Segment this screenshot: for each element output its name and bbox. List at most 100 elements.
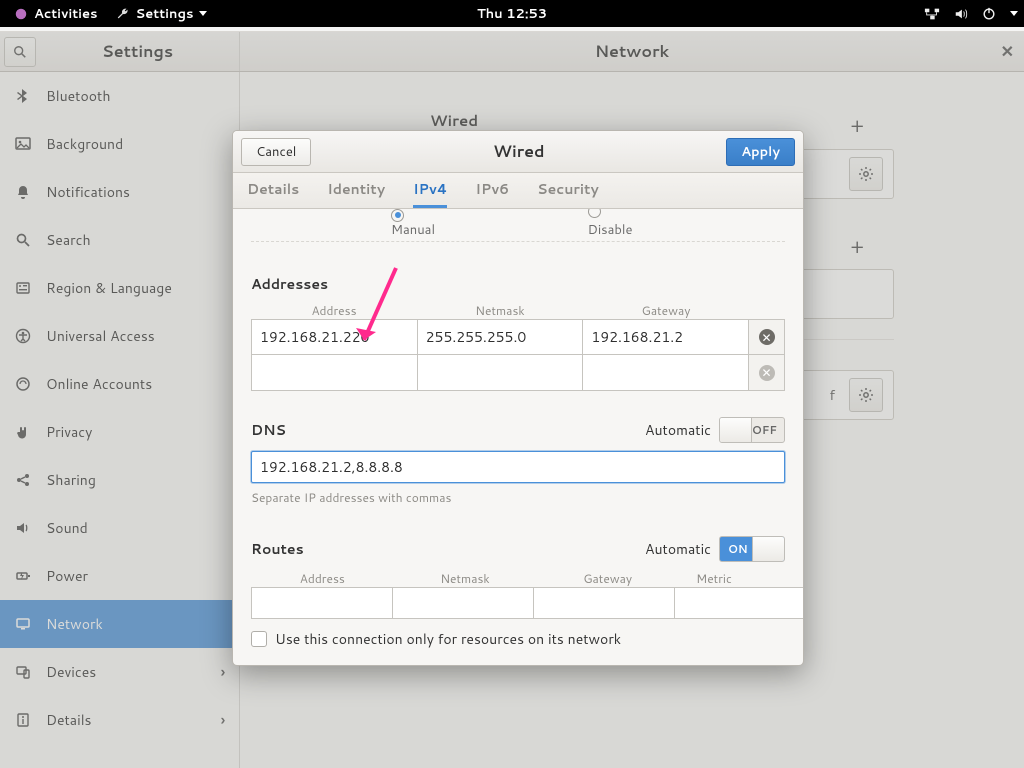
app-menu[interactable]: Settings [108,0,216,27]
gateway-input[interactable] [583,319,749,355]
only-resources-row[interactable]: Use this connection only for resources o… [251,629,785,649]
apply-button[interactable]: Apply [726,138,795,166]
tab-identity[interactable]: Identity [327,173,385,208]
background-icon [14,135,32,153]
ipv4-method-row: Manual Disable [251,209,785,242]
gnome-foot-icon [14,7,28,21]
addresses-label: Addresses [251,274,785,294]
remove-address-button-disabled: ✕ [749,355,785,391]
tab-ipv6[interactable]: IPv6 [475,173,509,208]
wired-settings-button[interactable] [849,157,883,191]
info-icon [14,711,32,729]
dialog-title: Wired [493,140,544,163]
radio-icon [588,209,601,218]
route-address-input[interactable] [251,587,393,619]
dialog-tabs: Details Identity IPv4 IPv6 Security [233,173,803,209]
dns-label: DNS [251,420,286,440]
sidebar-item-universal-access[interactable]: Universal Access [0,312,239,360]
settings-sidebar[interactable]: Bluetooth BackgroundNotifications Search Re… [0,72,240,768]
tab-ipv4[interactable]: IPv4 [413,173,447,208]
chevron-down-icon [199,11,207,16]
routes-label: Routes [251,539,304,559]
sidebar-item-background[interactable]: Background [0,120,239,168]
cloud-icon [14,375,32,393]
speaker-icon [14,519,32,537]
search-button[interactable] [4,37,36,67]
add-connection-button[interactable]: + [850,233,864,261]
tab-details[interactable]: Details [247,173,299,208]
power-icon[interactable] [982,7,996,21]
globe-icon [14,279,32,297]
dns-servers-input[interactable] [251,451,785,483]
remove-address-button[interactable]: ✕ [749,319,785,355]
bluetooth-icon [14,87,32,105]
route-metric-input[interactable] [675,587,803,619]
sidebar-item-details[interactable]: Details › [0,696,239,744]
search-icon [14,231,32,249]
rcol-gateway: Gateway [536,570,679,587]
sidebar-item-label: Sound [46,518,88,538]
search-icon [13,45,27,59]
activities-button[interactable]: Activities [6,0,106,27]
route-gateway-input[interactable] [534,587,675,619]
power-icon [14,567,32,585]
sidebar-item-notifications[interactable]: Notifications [0,168,239,216]
sidebar-item-label: Region & Language [46,278,172,298]
rcol-netmask: Netmask [394,570,537,587]
address-row-empty: ✕ [251,355,785,391]
col-address: Address [251,302,417,319]
remove-icon: ✕ [759,329,775,345]
dns-section: DNS Automatic OFF [251,417,785,443]
connection-editor-dialog: Cancel Wired Apply Details Identity IPv4 IP… [232,130,804,666]
netmask-input-empty[interactable] [418,355,584,391]
clock[interactable]: Thu 12:53 [469,0,555,27]
add-wired-button[interactable]: + [850,112,864,140]
netmask-input[interactable] [418,319,584,355]
devices-icon [14,663,32,681]
volume-icon[interactable] [954,7,968,21]
sidebar-item-devices[interactable]: Devices› [0,648,239,696]
gateway-input-empty[interactable] [583,355,749,391]
top-panel: Activities Settings Thu 12:53 [0,0,1024,27]
chevron-down-icon[interactable] [1010,11,1018,16]
sidebar-item-label: Privacy [46,422,92,442]
sidebar-item-sound[interactable]: Sound [0,504,239,552]
sidebar-item-label: Universal Access [46,326,155,346]
route-row-empty: ✕ [251,587,785,619]
sidebar-item-privacy[interactable]: Privacy [0,408,239,456]
only-resources-label: Use this connection only for resources o… [275,629,621,649]
routes-automatic-switch[interactable]: ON [719,536,785,562]
sidebar-item-label: Details [46,710,92,730]
route-netmask-input[interactable] [393,587,534,619]
sidebar-item-region-language[interactable]: Region & Language [0,264,239,312]
method-disable[interactable]: Disable [588,209,645,239]
dns-automatic-switch[interactable]: OFF [719,417,785,443]
sidebar-item-label: Bluetooth [46,86,110,106]
address-input[interactable] [251,319,418,355]
close-button[interactable]: ✕ [1001,40,1014,63]
sidebar-item-sharing[interactable]: Sharing [0,456,239,504]
sidebar-item-label: Search [46,230,91,250]
network-status-icon[interactable] [924,7,940,21]
address-input-empty[interactable] [251,355,418,391]
dialog-headerbar: Cancel Wired Apply [233,131,803,173]
chevron-right-icon: › [221,710,225,730]
col-netmask: Netmask [417,302,583,319]
rcol-metric: Metric [679,570,749,587]
sidebar-item-search[interactable]: Search [0,216,239,264]
sidebar-item-online-accounts[interactable]: Online Accounts [0,360,239,408]
tab-security[interactable]: Security [537,173,599,208]
sidebar-item-bluetooth[interactable]: Bluetooth [0,72,239,120]
wrench-icon [116,7,130,21]
sidebar-item-label: Sharing [46,470,96,490]
routes-header: Address Netmask Gateway Metric [251,570,785,587]
sidebar-item-power[interactable]: Power [0,552,239,600]
app-menu-label: Settings [136,5,194,23]
sidebar-item-network[interactable]: Network [0,600,239,648]
chevron-right-icon: › [221,662,225,682]
cancel-button[interactable]: Cancel [241,138,311,166]
row3-settings-button[interactable] [849,378,883,412]
routes-section: Routes Automatic ON [251,536,785,562]
method-manual[interactable]: Manual [391,209,448,239]
sidebar-item-label: Online Accounts [46,374,152,394]
